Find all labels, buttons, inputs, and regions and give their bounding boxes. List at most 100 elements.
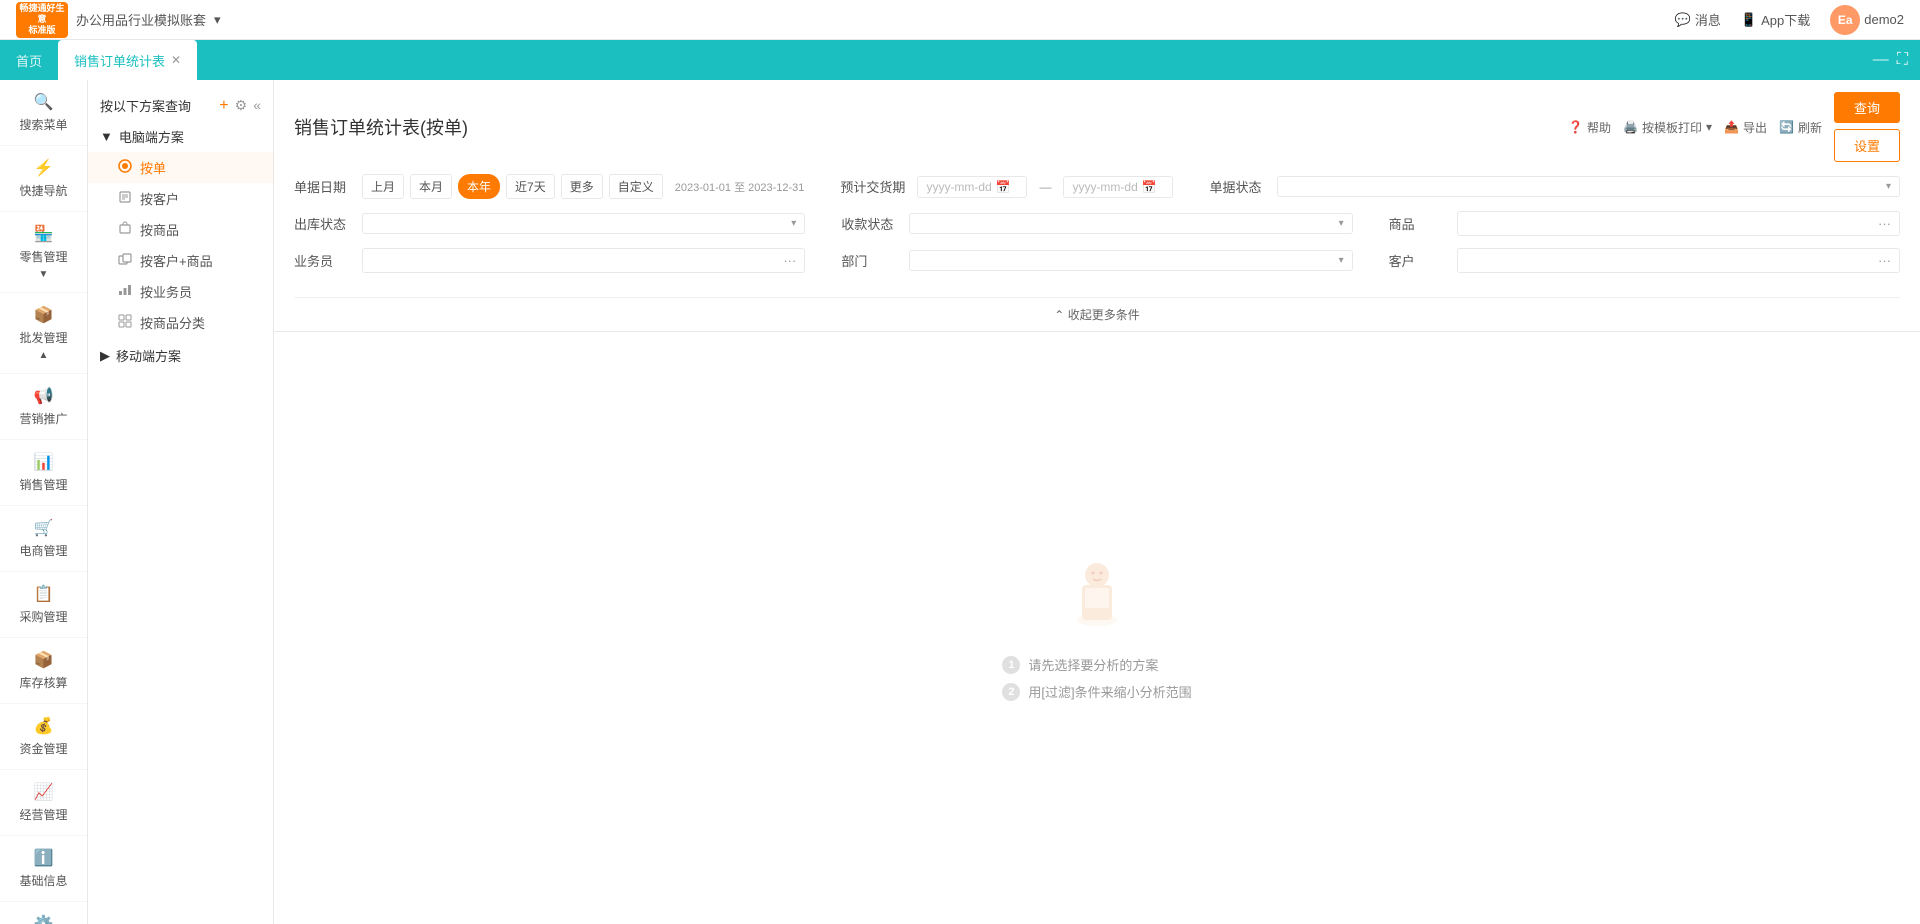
tree-item-by-cust-prod[interactable]: 按客户+商品 bbox=[88, 245, 273, 276]
payment-status-select[interactable]: ▾ bbox=[909, 213, 1352, 234]
delivery-start-text: yyyy-mm-dd bbox=[926, 180, 991, 194]
sidebar-sales-label: 销售管理 bbox=[19, 476, 67, 493]
sidebar-item-basic-info[interactable]: ℹ️ 基础信息 bbox=[0, 836, 87, 902]
query-button[interactable]: 查询 bbox=[1834, 92, 1900, 123]
tree-group-mobile-header[interactable]: ▶ 移动端方案 bbox=[88, 340, 273, 371]
tip-text-1: 请先选择要分析的方案 bbox=[1028, 655, 1158, 674]
date-btn-this-year[interactable]: 本年 bbox=[458, 174, 500, 199]
tree-group-pc-header[interactable]: ▼ 电脑端方案 bbox=[88, 121, 273, 152]
sidebar-item-ecom[interactable]: 🛒 电商管理 bbox=[0, 506, 87, 572]
delivery-date-start[interactable]: yyyy-mm-dd 📅 bbox=[917, 176, 1027, 198]
app-download-btn[interactable]: 📱 App下载 bbox=[1741, 10, 1810, 29]
by-category-label: 按商品分类 bbox=[140, 313, 205, 332]
payment-status-arrow-icon: ▾ bbox=[1339, 218, 1344, 229]
date-btn-last-month[interactable]: 上月 bbox=[362, 174, 404, 199]
company-dropdown[interactable]: ▾ bbox=[214, 12, 221, 28]
page-header: 销售订单统计表(按单) ❓ 帮助 🖨️ 按模板打印 ▾ 📤 bbox=[274, 80, 1920, 332]
sidebar-item-search[interactable]: 🔍 搜索菜单 bbox=[0, 80, 87, 146]
tab-home[interactable]: 首页 bbox=[0, 40, 58, 80]
sidebar-retail-label: 零售管理 bbox=[19, 248, 67, 265]
sidebar-item-sales[interactable]: 📊 销售管理 bbox=[0, 440, 87, 506]
print-icon: 🖨️ bbox=[1623, 120, 1638, 134]
tree-item-by-customer[interactable]: 按客户 bbox=[88, 183, 273, 214]
payment-status-label: 收款状态 bbox=[841, 214, 897, 233]
status-label: 单据状态 bbox=[1209, 177, 1265, 196]
refresh-icon: 🔄 bbox=[1779, 120, 1794, 134]
tabbar: 首页 销售订单统计表 ✕ — ⛶ bbox=[0, 40, 1920, 80]
date-btn-7days[interactable]: 近7天 bbox=[506, 174, 555, 199]
collapse-bar[interactable]: ⌃ 收起更多条件 bbox=[294, 297, 1900, 331]
sidebar-operations-label: 经营管理 bbox=[19, 806, 67, 823]
help-icon: ❓ bbox=[1568, 120, 1583, 134]
tip-num-2: 2 bbox=[1002, 683, 1020, 701]
content-area: 按以下方案查询 + ⚙ « ▼ 电脑端方案 bbox=[88, 80, 1920, 924]
sidebar-item-inventory[interactable]: 📦 库存核算 bbox=[0, 638, 87, 704]
tree-item-by-order[interactable]: 按单 bbox=[88, 152, 273, 183]
date-btn-custom[interactable]: 自定义 bbox=[609, 174, 663, 199]
system-icon: ⚙️ bbox=[34, 914, 54, 924]
filter-row-2: 出库状态 ▾ 收款状态 ▾ 商品 ··· bbox=[294, 211, 1900, 236]
panel-title: 按以下方案查询 bbox=[100, 96, 191, 115]
delivery-date-end[interactable]: yyyy-mm-dd 📅 bbox=[1063, 176, 1173, 198]
delivery-end-text: yyyy-mm-dd bbox=[1072, 180, 1137, 194]
tab-sales-stats[interactable]: 销售订单统计表 ✕ bbox=[58, 40, 197, 80]
minimize-icon[interactable]: — bbox=[1873, 51, 1889, 69]
tab-close-icon[interactable]: ✕ bbox=[171, 53, 181, 67]
goods-select[interactable]: ··· bbox=[1457, 211, 1900, 236]
export-icon: 📤 bbox=[1724, 120, 1739, 134]
logo: 畅捷通好生意 标准版 bbox=[16, 2, 68, 38]
status-select[interactable]: ▾ bbox=[1277, 176, 1900, 197]
help-btn[interactable]: ❓ 帮助 bbox=[1568, 119, 1611, 136]
date-separator: — bbox=[1039, 180, 1051, 194]
tree-item-by-category[interactable]: 按商品分类 bbox=[88, 307, 273, 338]
add-scheme-icon[interactable]: + bbox=[219, 97, 228, 115]
filter-area: 单据日期 上月 本月 本年 近7天 更多 自定义 2023-01-01 至 20… bbox=[294, 174, 1900, 297]
salesperson-dots-icon: ··· bbox=[783, 253, 796, 268]
tree-item-by-salesperson[interactable]: 按业务员 bbox=[88, 276, 273, 307]
customer-select[interactable]: ··· bbox=[1457, 248, 1900, 273]
sidebar-item-finance[interactable]: 💰 资金管理 bbox=[0, 704, 87, 770]
template-print-btn[interactable]: 🖨️ 按模板打印 ▾ bbox=[1623, 119, 1712, 136]
salesperson-select[interactable]: ··· bbox=[362, 248, 805, 273]
settings-button[interactable]: 设置 bbox=[1834, 129, 1900, 162]
print-label: 按模板打印 bbox=[1642, 119, 1702, 136]
topbar: 畅捷通好生意 标准版 办公用品行业模拟账套 ▾ 💬 消息 📱 App下载 Ea … bbox=[0, 0, 1920, 40]
date-btn-this-month[interactable]: 本月 bbox=[410, 174, 452, 199]
settings-scheme-icon[interactable]: ⚙ bbox=[235, 97, 248, 115]
calendar-start-icon: 📅 bbox=[996, 180, 1011, 194]
tree-item-by-product[interactable]: 按商品 bbox=[88, 214, 273, 245]
by-category-icon bbox=[116, 314, 134, 331]
by-product-icon bbox=[116, 221, 134, 238]
date-btn-more[interactable]: 更多 bbox=[561, 174, 603, 199]
quick-nav-icon: ⚡ bbox=[34, 158, 54, 178]
sidebar-item-purchase[interactable]: 📋 采购管理 bbox=[0, 572, 87, 638]
refresh-btn[interactable]: 🔄 刷新 bbox=[1779, 119, 1822, 136]
mobile-expand-icon: ▶ bbox=[100, 348, 110, 364]
delivery-status-select[interactable]: ▾ bbox=[362, 213, 805, 234]
operations-icon: 📈 bbox=[34, 782, 54, 802]
mobile-group-label: 移动端方案 bbox=[116, 346, 181, 365]
customer-label: 客户 bbox=[1389, 251, 1445, 270]
sidebar-item-wholesale[interactable]: 📦 批发管理 ▲ bbox=[0, 293, 87, 374]
department-label: 部门 bbox=[841, 251, 897, 270]
topbar-left: 畅捷通好生意 标准版 办公用品行业模拟账套 ▾ bbox=[16, 2, 221, 38]
sidebar: 🔍 搜索菜单 ⚡ 快捷导航 🏪 零售管理 ▼ 📦 批发管理 ▲ 📢 营销推广 📊… bbox=[0, 80, 88, 924]
message-btn[interactable]: 💬 消息 bbox=[1675, 10, 1721, 29]
collapse-arrow-icon: ⌃ bbox=[1054, 308, 1064, 322]
sidebar-item-system[interactable]: ⚙️ 系统管理 bbox=[0, 902, 87, 924]
tree-group-mobile: ▶ 移动端方案 bbox=[88, 340, 273, 371]
delivery-date-label: 预计交货期 bbox=[840, 177, 905, 196]
sidebar-item-operations[interactable]: 📈 经营管理 bbox=[0, 770, 87, 836]
sidebar-item-marketing[interactable]: 📢 营销推广 bbox=[0, 374, 87, 440]
sidebar-item-quick-nav[interactable]: ⚡ 快捷导航 bbox=[0, 146, 87, 212]
inventory-icon: 📦 bbox=[34, 650, 54, 670]
user-avatar-btn[interactable]: Ea demo2 bbox=[1830, 5, 1904, 35]
export-btn[interactable]: 📤 导出 bbox=[1724, 119, 1767, 136]
department-select[interactable]: ▾ bbox=[909, 250, 1352, 271]
avatar: Ea bbox=[1830, 5, 1860, 35]
maximize-icon[interactable]: ⛶ bbox=[1897, 51, 1908, 69]
sidebar-item-retail[interactable]: 🏪 零售管理 ▼ bbox=[0, 212, 87, 293]
purchase-icon: 📋 bbox=[34, 584, 54, 604]
company-title: 办公用品行业模拟账套 bbox=[76, 10, 206, 29]
collapse-panel-icon[interactable]: « bbox=[253, 97, 261, 115]
